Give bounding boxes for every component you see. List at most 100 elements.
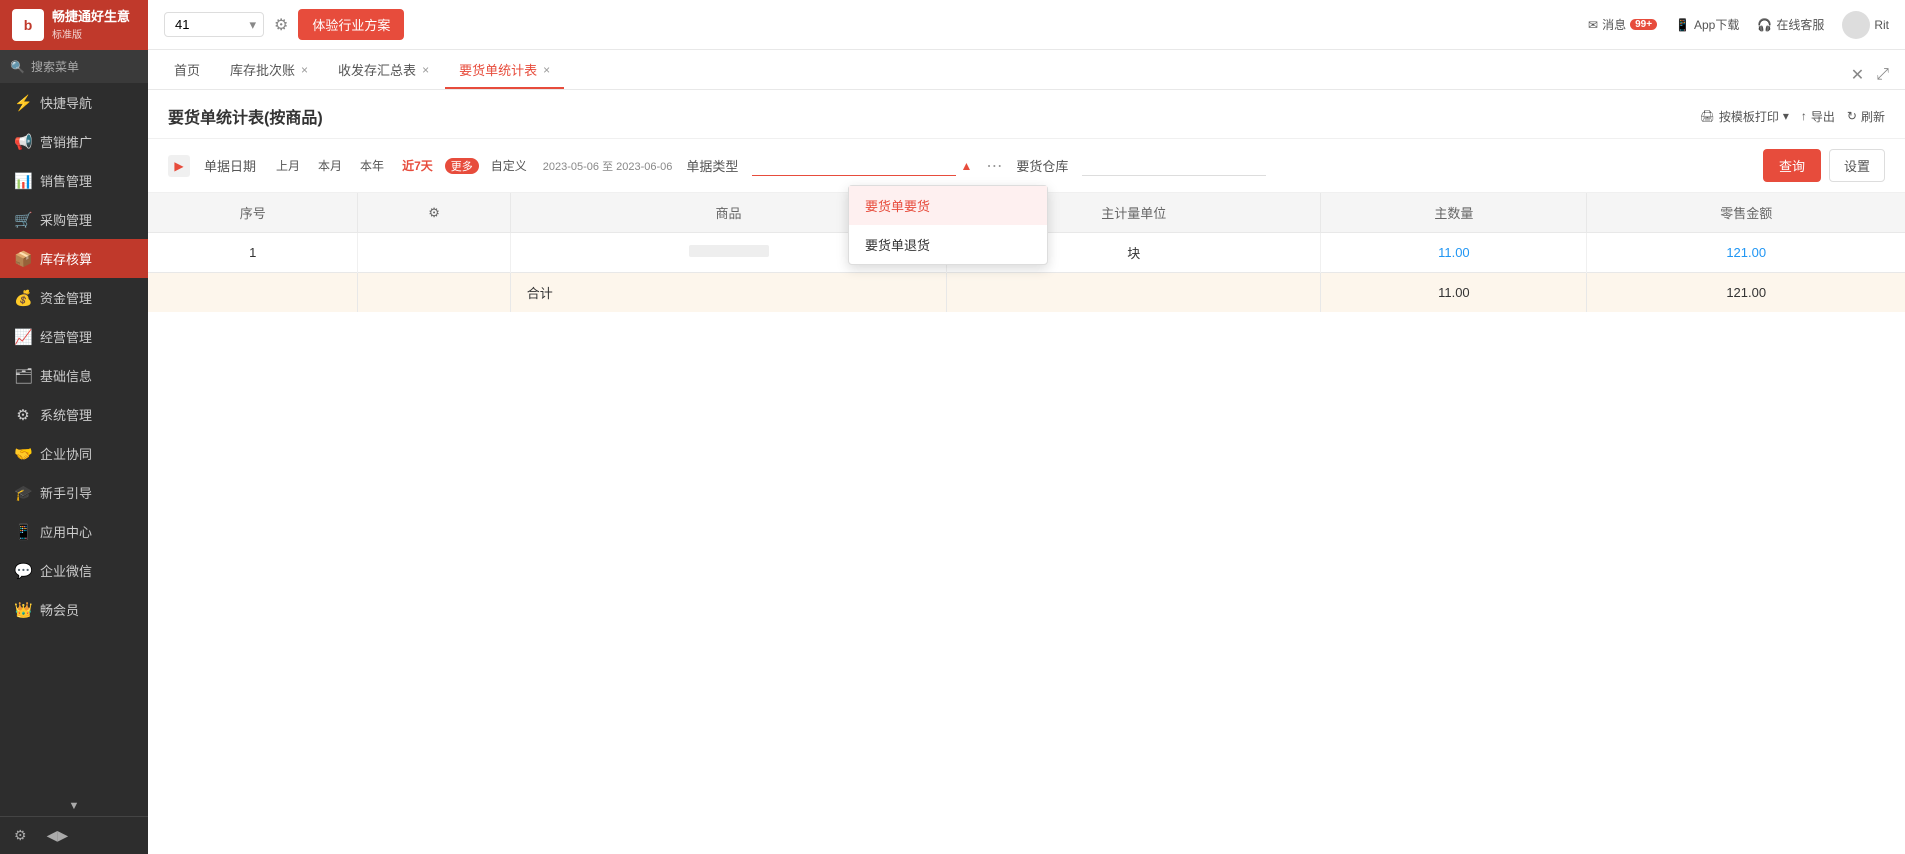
sidebar-item-inventory[interactable]: 📦 库存核算 (0, 239, 148, 278)
tab-home[interactable]: 首页 (160, 52, 214, 89)
sidebar-item-label: 采购管理 (40, 210, 92, 229)
refresh-btn[interactable]: ↻ 刷新 (1847, 108, 1885, 125)
more-date-badge[interactable]: 更多 (445, 158, 479, 174)
sidebar-item-purchase[interactable]: 🛒 采购管理 (0, 200, 148, 239)
tab-receive-summary-close[interactable]: × (422, 63, 429, 77)
footer-label: 合计 (510, 273, 946, 313)
search-menu[interactable]: 🔍 搜索菜单 (0, 50, 148, 83)
export-icon: ↑ (1801, 109, 1807, 123)
sidebar-item-label: 应用中心 (40, 522, 92, 541)
online-service-btn[interactable]: 🎧 在线客服 (1757, 16, 1824, 33)
sidebar-item-app-center[interactable]: 📱 应用中心 (0, 512, 148, 551)
dropdown-item-return[interactable]: 要货单退货 (849, 225, 1047, 264)
tabs-actions: ✕ ⤢ (1847, 61, 1893, 89)
tab-order-stats[interactable]: 要货单统计表 × (445, 52, 564, 89)
sidebar-item-system[interactable]: ⚙ 系统管理 (0, 395, 148, 434)
dropdown-item-purchase[interactable]: 要货单要货 (849, 186, 1047, 225)
type-filter-input[interactable] (752, 156, 956, 176)
collapse-icon[interactable]: ◀▶ (47, 827, 69, 844)
tab-order-stats-label: 要货单统计表 (459, 60, 537, 79)
sidebar-item-label: 库存核算 (40, 249, 92, 268)
settings-btn[interactable]: 设置 (1829, 149, 1885, 182)
page-header-actions: 🖨 按模板打印 ▾ ↑ 导出 ↻ 刷新 (1700, 108, 1885, 125)
date-filter-label: 单据日期 (204, 156, 256, 175)
dropdown-item-purchase-label: 要货单要货 (865, 199, 930, 214)
sidebar: b 畅捷通好生意 标准版 🔍 搜索菜单 ⚡ 快捷导航 📢 营销推广 📊 销售管理… (0, 0, 148, 854)
messages-btn[interactable]: ✉ 消息 99+ (1588, 16, 1657, 33)
sidebar-item-marketing[interactable]: 📢 营销推广 (0, 122, 148, 161)
col-amount-header: 零售金额 (1587, 193, 1905, 233)
export-btn[interactable]: ↑ 导出 (1801, 108, 1835, 125)
footer-empty-settings (358, 273, 510, 313)
last-7-days-btn[interactable]: 近7天 (396, 155, 439, 176)
this-month-btn[interactable]: 本月 (312, 155, 348, 176)
date-range-display: 2023-05-06 至 2023-06-06 (543, 158, 673, 174)
table-footer: 合计 11.00 121.00 (148, 273, 1905, 313)
message-icon: ✉ (1588, 18, 1598, 32)
topbar-left: 41 ⚙ 体验行业方案 (164, 9, 404, 40)
sidebar-item-label: 畅会员 (40, 600, 79, 619)
custom-date-btn[interactable]: 自定义 (485, 155, 533, 176)
col-quantity-header: 主数量 (1321, 193, 1587, 233)
sidebar-item-operation[interactable]: 📈 经营管理 (0, 317, 148, 356)
sidebar-item-label: 企业协同 (40, 444, 92, 463)
sidebar-item-enterprise[interactable]: 🤝 企业协同 (0, 434, 148, 473)
system-icon: ⚙ (14, 406, 32, 424)
close-all-tabs-btn[interactable]: ✕ (1847, 61, 1868, 89)
cell-quantity: 11.00 (1321, 233, 1587, 273)
topbar-gear-icon[interactable]: ⚙ (274, 15, 288, 35)
tab-receive-summary[interactable]: 收发存汇总表 × (324, 52, 443, 89)
avatar (1842, 11, 1870, 39)
tab-inventory-batch-close[interactable]: × (301, 63, 308, 77)
search-icon: 🔍 (10, 60, 25, 74)
sidebar-item-finance[interactable]: 💰 资金管理 (0, 278, 148, 317)
promo-button[interactable]: 体验行业方案 (298, 9, 404, 40)
page-header: 要货单统计表(按商品) 🖨 按模板打印 ▾ ↑ 导出 ↻ 刷新 (148, 90, 1905, 139)
query-btn[interactable]: 查询 (1763, 149, 1821, 182)
quick-nav-icon: ⚡ (14, 94, 32, 112)
sidebar-item-basic[interactable]: 🗂 基础信息 (0, 356, 148, 395)
sidebar-item-wechat[interactable]: 💬 企业微信 (0, 551, 148, 590)
topbar-right: ✉ 消息 99+ 📱 App下载 🎧 在线客服 Rit (1588, 11, 1889, 39)
app-download-btn[interactable]: 📱 App下载 (1675, 16, 1739, 33)
type-dropdown: 要货单要货 要货单退货 (848, 185, 1048, 265)
settings-icon[interactable]: ⚙ (14, 827, 27, 844)
type-filter-chevron-icon[interactable]: ▲ (960, 159, 972, 173)
filter-expand-btn[interactable]: ▶ (168, 155, 190, 177)
this-year-btn[interactable]: 本年 (354, 155, 390, 176)
enterprise-icon: 🤝 (14, 445, 32, 463)
print-template-btn[interactable]: 🖨 按模板打印 ▾ (1700, 108, 1789, 125)
sidebar-item-label: 快捷导航 (40, 93, 92, 112)
col-settings-header[interactable]: ⚙ (358, 193, 510, 233)
sidebar-item-member[interactable]: 👑 畅会员 (0, 590, 148, 629)
member-icon: 👑 (14, 601, 32, 619)
sidebar-item-guide[interactable]: 🎓 新手引导 (0, 473, 148, 512)
filter-bar: ▶ 单据日期 上月 本月 本年 近7天 更多 自定义 2023-05-06 至 … (148, 139, 1905, 193)
warehouse-filter-input[interactable] (1082, 156, 1266, 176)
sidebar-item-quick-nav[interactable]: ⚡ 快捷导航 (0, 83, 148, 122)
table-footer-row: 合计 11.00 121.00 (148, 273, 1905, 313)
last-month-btn[interactable]: 上月 (270, 155, 306, 176)
tab-receive-summary-label: 收发存汇总表 (338, 60, 416, 79)
tab-order-stats-close[interactable]: × (543, 63, 550, 77)
sidebar-scroll-down-btn[interactable]: ▼ (0, 796, 148, 816)
tab-inventory-batch[interactable]: 库存批次账 × (216, 52, 322, 89)
quantity-link[interactable]: 11.00 (1438, 245, 1470, 260)
sidebar-footer: ⚙ ◀▶ (0, 816, 148, 854)
print-chevron-icon: ▾ (1783, 109, 1789, 123)
footer-quantity: 11.00 (1321, 273, 1587, 313)
filter-more-btn[interactable]: ⋯ (986, 156, 1002, 176)
company-selector[interactable]: 41 (164, 12, 264, 37)
messages-badge: 99+ (1630, 19, 1657, 30)
fullscreen-btn[interactable]: ⤢ (1872, 62, 1893, 88)
search-menu-label: 搜索菜单 (31, 58, 79, 75)
sidebar-item-sales[interactable]: 📊 销售管理 (0, 161, 148, 200)
page-inner: 要货单统计表(按商品) 🖨 按模板打印 ▾ ↑ 导出 ↻ 刷新 (148, 90, 1905, 854)
company-selector-wrap: 41 (164, 12, 264, 37)
user-avatar-btn[interactable]: Rit (1842, 11, 1889, 39)
footer-empty-seq (148, 273, 358, 313)
online-service-label: 在线客服 (1776, 16, 1824, 33)
sidebar-item-label: 经营管理 (40, 327, 92, 346)
amount-link[interactable]: 121.00 (1726, 245, 1766, 260)
sales-icon: 📊 (14, 172, 32, 190)
